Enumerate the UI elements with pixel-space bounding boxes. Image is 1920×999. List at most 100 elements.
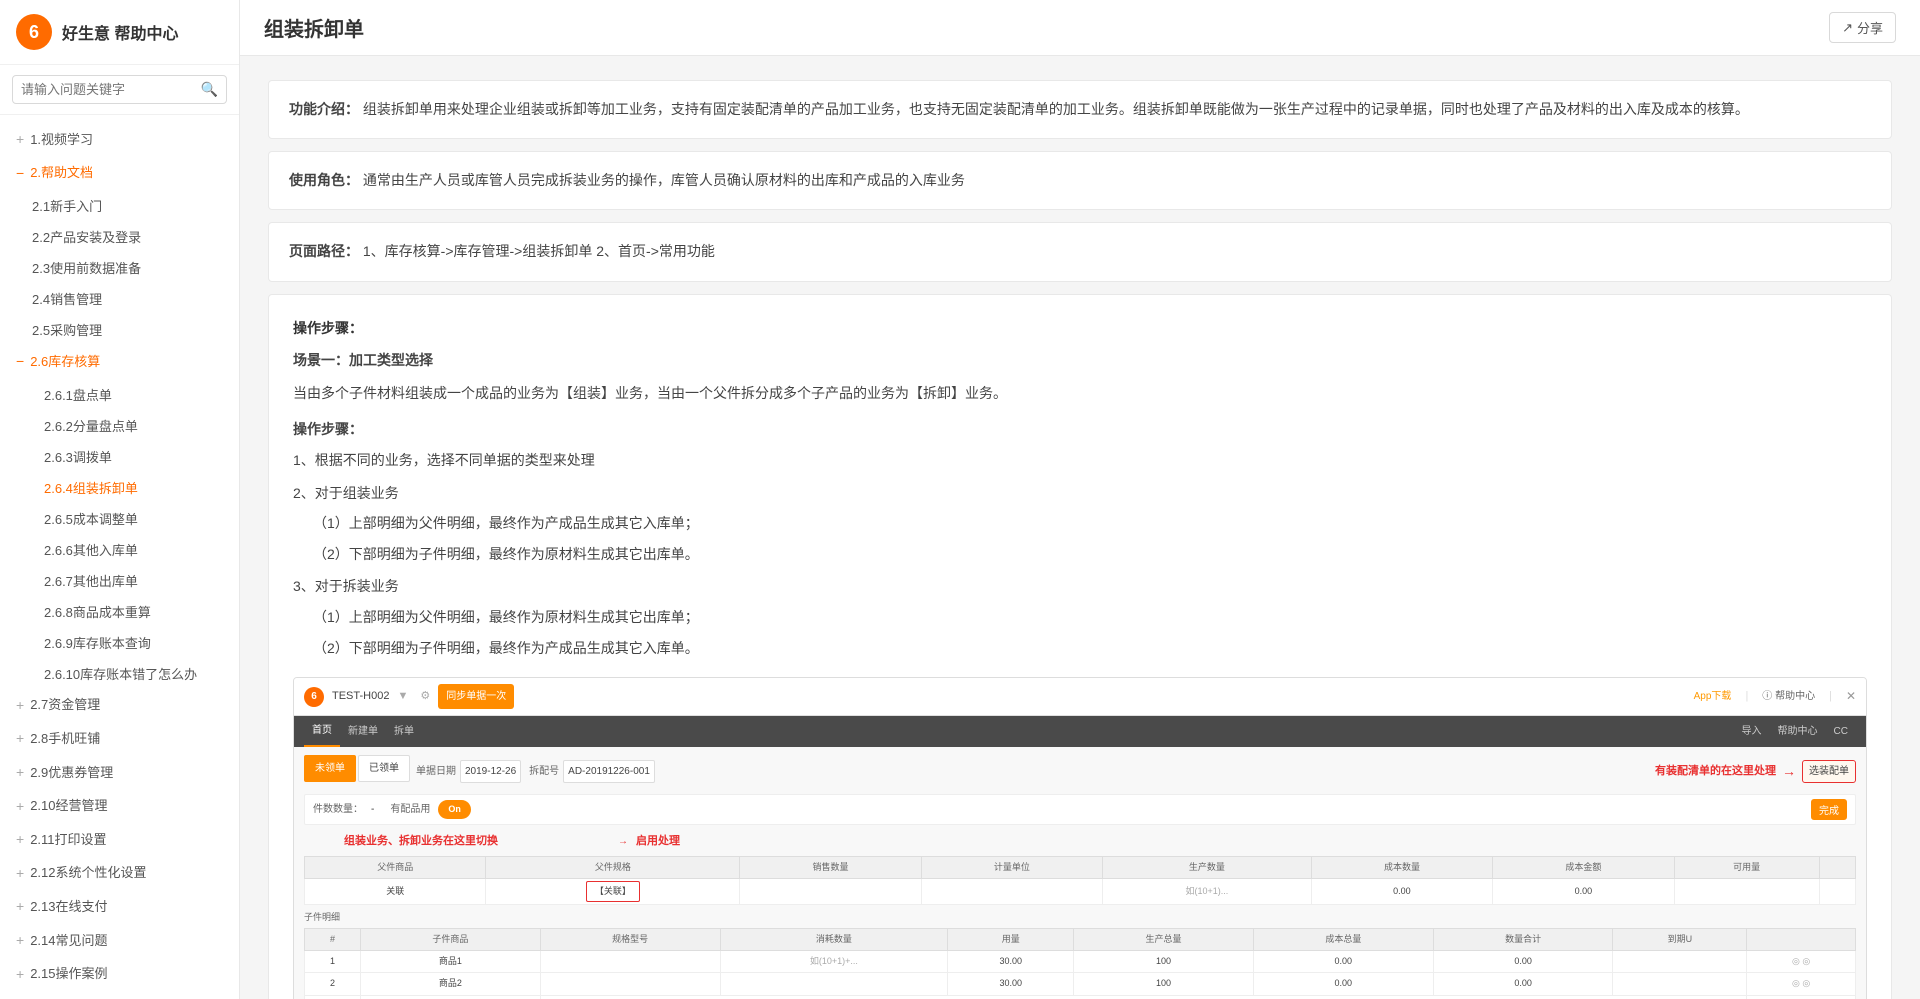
sidebar-item-video[interactable]: + 1.视频学习 [0, 123, 239, 157]
logo-icon: 6 [16, 14, 52, 50]
feature-label: 功能介绍： [289, 101, 359, 117]
th-cost-amount: 成本金额 [1493, 856, 1674, 878]
sidebar-sub-other-in[interactable]: 2.6.6其他入库单 [0, 534, 239, 565]
mini-nav-home[interactable]: 首页 [304, 716, 340, 747]
search-icon[interactable]: 🔍 [201, 81, 218, 98]
child-op-2[interactable]: ◎ ◎ [1747, 973, 1856, 995]
role-text: 通常由生产人员或库管人员完成拆装业务的操作，库管人员确认原材料的出库和产成品的入… [363, 172, 965, 188]
sidebar-item-purchase[interactable]: 2.5采购管理 [0, 314, 239, 345]
share-button[interactable]: ↗ 分享 [1829, 12, 1896, 43]
plus-icon-operation: + [16, 797, 24, 817]
sidebar-sub-other-out[interactable]: 2.6.7其他出库单 [0, 565, 239, 596]
search-box[interactable]: 🔍 [12, 75, 227, 104]
sidebar-item-online-pay[interactable]: + 2.13在线支付 [0, 890, 239, 924]
sidebar-sub-partial[interactable]: 2.6.2分量盘点单 [0, 410, 239, 441]
role-label: 使用角色： [289, 172, 359, 188]
sidebar-item-newcomer[interactable]: 2.1新手入门 [0, 190, 239, 221]
mini-app-icon: App下载 [1694, 687, 1732, 706]
step2-sub2: （2）下部明细为子件明细，最终作为原材料生成其它出库单。 [293, 541, 1867, 568]
step2: 2、对于组装业务 [293, 480, 1867, 507]
child-op-1[interactable]: ◎ ◎ [1747, 951, 1856, 973]
sidebar-item-coupon[interactable]: + 2.9优惠券管理 [0, 756, 239, 790]
sidebar-sub-goods-cost[interactable]: 2.6.8商品成本重算 [0, 596, 239, 627]
minus-icon-inventory: − [16, 352, 24, 372]
sidebar-sub-count[interactable]: 2.6.1盘点单 [0, 379, 239, 410]
mini-select-assembly-btn[interactable]: 选装配单 [1802, 760, 1856, 783]
child-goods-3 [360, 995, 540, 999]
arrow-annotation-right: → [618, 832, 628, 851]
mini-count-label: 件数数量： [313, 800, 363, 819]
search-input[interactable] [21, 82, 201, 97]
child-prod-1: 100 [1074, 951, 1254, 973]
sidebar-item-mobile[interactable]: + 2.8手机旺铺 [0, 722, 239, 756]
mini-nav-cc[interactable]: CC [1826, 717, 1856, 746]
minus-icon: − [16, 164, 24, 184]
feature-card: 功能介绍： 组装拆卸单用来处理企业组装或拆卸等加工业务，支持有固定装配清单的产品… [268, 80, 1892, 139]
mini-tab-unassigned[interactable]: 未领单 [304, 755, 356, 782]
mini-nav-new[interactable]: 新建单 [340, 717, 386, 746]
page-title: 组装拆卸单 [264, 13, 364, 42]
sidebar-item-faq[interactable]: + 2.14常见问题 [0, 924, 239, 958]
sidebar-sub-adjust[interactable]: 2.6.3调拨单 [0, 441, 239, 472]
child-qty-1: 0.00 [1433, 951, 1613, 973]
plus-icon-coupon: + [16, 763, 24, 783]
mini-nav-split[interactable]: 拆单 [386, 717, 422, 746]
mini-new-order-btn[interactable]: 同步单据一次 [438, 684, 514, 709]
sidebar-item-capital[interactable]: + 2.7资金管理 [0, 689, 239, 723]
scene1-desc: 当由多个子件材料组装成一个成品的业务为【组装】业务，当由一个父件拆分成多个子产品… [293, 380, 1867, 407]
th-child-ops [1747, 929, 1856, 951]
child-goods-2: 商品2 [360, 973, 540, 995]
mini-settings-icon: ⚙ [420, 686, 430, 707]
sidebar-sub-acc-error[interactable]: 2.6.10库存账本错了怎么办 [0, 658, 239, 689]
mini-help-icon: ⓘ 帮助中心 [1762, 687, 1815, 706]
th-available: 可用量 [1674, 856, 1819, 878]
mini-combo-label: 有配品用 [390, 800, 430, 819]
child-no-2: 2 [305, 973, 361, 995]
mini-tabs: 未领单 已领单 [304, 755, 410, 782]
th-child-expire: 到期U [1613, 929, 1747, 951]
mini-save-btn[interactable]: 完成 [1811, 799, 1847, 820]
step3-sub2: （2）下部明细为子件明细，最终作为产成品生成其它入库单。 [293, 635, 1867, 662]
th-unit: 计量单位 [921, 856, 1102, 878]
main-area: 组装拆卸单 ↗ 分享 功能介绍： 组装拆卸单用来处理企业组装或拆卸等加工业务，支… [240, 0, 1920, 999]
step2-sub1: （1）上部明细为父件明细，最终作为产成品生成其它入库单； [293, 510, 1867, 537]
sidebar-sub-assembly[interactable]: 2.6.4组装拆卸单 [0, 472, 239, 503]
ops-steps-title: 操作步骤： [293, 416, 1867, 443]
sidebar-item-docs[interactable]: − 2.帮助文档 [0, 157, 239, 191]
sidebar-item-print[interactable]: + 2.11打印设置 [0, 823, 239, 857]
ops-title: 操作步骤： [293, 315, 1867, 342]
child-qty-2: 0.00 [1433, 973, 1613, 995]
child-prod-2: 100 [1074, 973, 1254, 995]
child-consume-2 [720, 973, 948, 995]
child-row-1: 1 商品1 如(10+1)+... 30.00 100 0.00 0.00 [305, 951, 1856, 973]
sidebar-item-operation[interactable]: + 2.10经营管理 [0, 790, 239, 824]
th-parent-goods: 父件商品 [305, 856, 486, 878]
child-usage-2: 30.00 [948, 973, 1074, 995]
sidebar-item-docs-label: 2.帮助文档 [30, 164, 93, 182]
th-sales-qty: 销售数量 [740, 856, 921, 878]
mini-switch-on[interactable]: On [438, 800, 471, 819]
sidebar-sub-cost-adjust[interactable]: 2.6.5成本调整单 [0, 503, 239, 534]
child-table: # 子件商品 规格型号 消耗数量 用量 生产总量 成本总量 数量合计 到期U [304, 928, 1856, 999]
th-prod-qty: 生产数量 [1103, 856, 1312, 878]
child-op-3[interactable]: ◎ ◎ [1747, 995, 1856, 999]
sidebar-item-video-label: 1.视频学习 [30, 131, 93, 149]
sidebar-item-inventory[interactable]: − 2.6库存核算 [0, 345, 239, 379]
sidebar-item-install[interactable]: 2.2产品安装及登录 [0, 221, 239, 252]
mini-close-icon[interactable]: ✕ [1846, 685, 1856, 708]
sub-table-label: 子件明细 [304, 909, 340, 926]
child-spec-1 [540, 951, 720, 973]
mini-date-label: 单据日期 [416, 762, 456, 781]
sidebar-item-custom[interactable]: + 2.12系统个性化设置 [0, 857, 239, 891]
mini-nav-import[interactable]: 导入 [1734, 717, 1770, 746]
sidebar-item-cases[interactable]: + 2.15操作案例 [0, 958, 239, 992]
sidebar-item-sales[interactable]: 2.4销售管理 [0, 283, 239, 314]
parent-avail-1 [1674, 879, 1819, 905]
sidebar-sub-inv-check[interactable]: 2.6.9库存账本查询 [0, 627, 239, 658]
mini-nav-help[interactable]: 帮助中心 [1770, 717, 1826, 746]
mini-order-label: 拆配号 [529, 762, 559, 781]
mini-tab-assigned[interactable]: 已领单 [358, 755, 410, 782]
sidebar-item-prepare[interactable]: 2.3使用前数据准备 [0, 252, 239, 283]
plus-icon-online-pay: + [16, 897, 24, 917]
mini-nav: 首页 新建单 拆单 导入 帮助中心 CC [294, 716, 1866, 747]
